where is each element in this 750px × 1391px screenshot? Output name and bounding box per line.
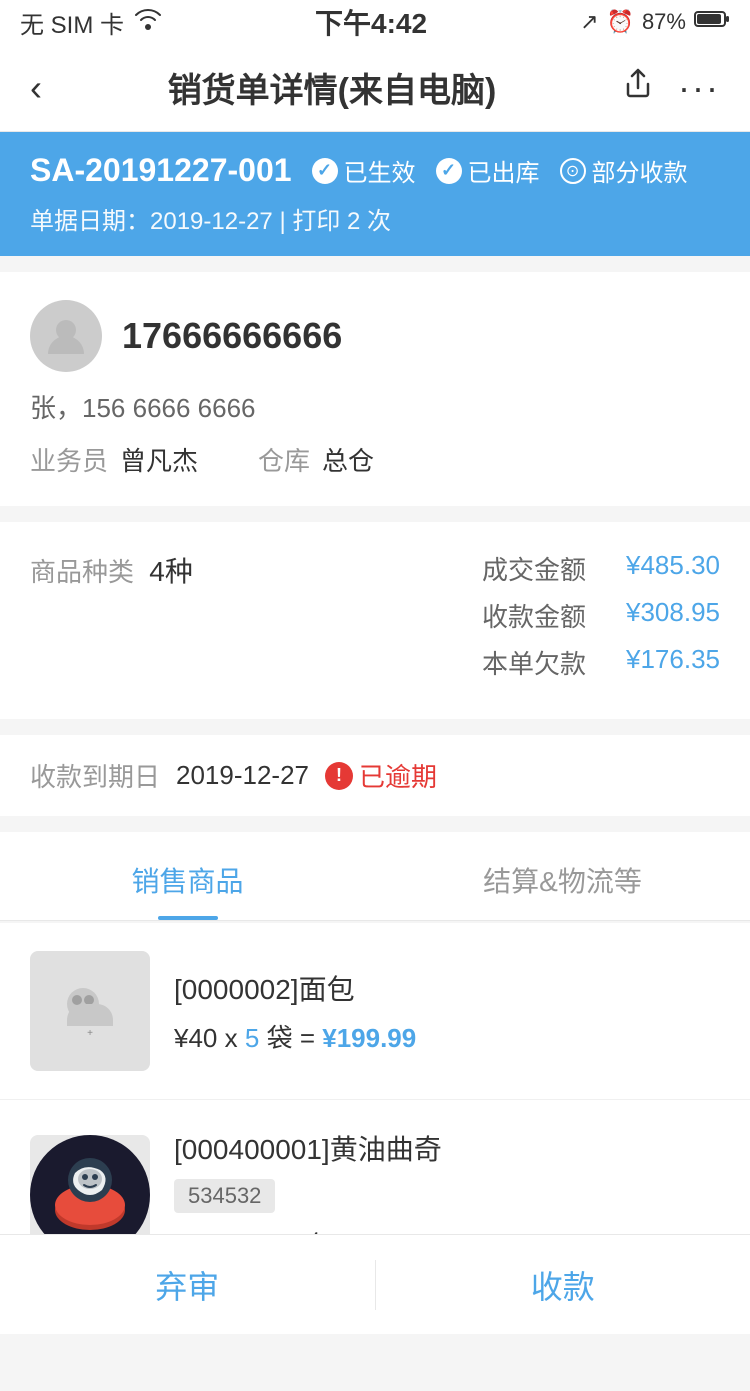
due-section: 收款到期日 2019-12-27 ! 已逾期: [0, 735, 750, 816]
check-icon-1: ✓: [312, 158, 338, 184]
status-partial: ⊙ 部分收款: [560, 153, 688, 188]
collect-payment-button[interactable]: 收款: [376, 1242, 750, 1328]
tab-settlement[interactable]: 结算&物流等: [375, 832, 750, 920]
nav-bar: ‹ 销货单详情(来自电脑) ···: [0, 44, 750, 132]
overdue-badge: ! 已逾期: [325, 757, 437, 794]
share-icon[interactable]: [622, 68, 654, 108]
warehouse-value: 总仓: [322, 441, 374, 478]
customer-phone: 17666666666: [122, 315, 342, 357]
received-value: ¥308.95: [626, 597, 720, 634]
product-type-label: 商品种类: [30, 557, 134, 587]
order-banner: SA-20191227-001 ✓ 已生效 ✓ 已出库 ⊙ 部分收款 单据日期：…: [0, 132, 750, 256]
status-time: 下午4:42: [315, 2, 427, 42]
wifi-icon: [134, 8, 162, 37]
warehouse-label: 仓库: [258, 441, 310, 478]
sales-label: 业务员: [30, 441, 108, 478]
product-info-1: [0000002]面包 ¥40 x 5 袋 = ¥199.99: [174, 968, 720, 1055]
product-tag-2: 534532: [174, 1179, 275, 1213]
status-effective: ✓ 已生效: [312, 153, 416, 188]
check-icon-2: ✓: [436, 158, 462, 184]
nav-actions: ···: [622, 67, 720, 109]
product-name-1: [0000002]面包: [174, 968, 720, 1008]
back-button[interactable]: ‹: [30, 67, 42, 109]
sales-person: 曾凡杰: [120, 441, 198, 478]
battery-icon: [694, 9, 730, 35]
due-date-value: 2019-12-27: [176, 760, 309, 791]
order-id: SA-20191227-001: [30, 152, 292, 189]
carrier-text: 无 SIM 卡: [20, 5, 124, 40]
summary-amounts: 成交金额 ¥485.30 收款金额 ¥308.95 本单欠款 ¥176.35: [482, 550, 720, 691]
status-bar-right: ↗ ⏰ 87%: [580, 9, 730, 35]
customer-meta: 业务员 曾凡杰 仓库 总仓: [30, 441, 720, 478]
due-label: 收款到期日: [30, 757, 160, 794]
amount-label: 成交金额: [482, 550, 586, 587]
customer-name-phone: 张，156 6666 6666: [30, 388, 720, 425]
product-total-1: ¥199.99: [322, 1023, 416, 1053]
overdue-text: 已逾期: [359, 757, 437, 794]
page-title: 销货单详情(来自电脑): [168, 63, 497, 112]
summary-section: 商品种类 4种 成交金额 ¥485.30 收款金额 ¥308.95 本单欠款 ¥…: [0, 522, 750, 719]
bottom-bar: 弃审 收款: [0, 1234, 750, 1334]
clock-icon: ⊙: [560, 158, 586, 184]
amount-value: ¥485.30: [626, 550, 720, 587]
product-qty-1: 5: [245, 1023, 259, 1053]
order-date-info: 单据日期：2019-12-27 | 打印 2 次: [30, 201, 720, 236]
overdue-icon: !: [325, 762, 353, 790]
product-type-count: 4种: [149, 556, 193, 587]
more-icon[interactable]: ···: [678, 67, 720, 109]
battery-text: 87%: [642, 9, 686, 35]
status-shipped: ✓ 已出库: [436, 153, 540, 188]
location-icon: ↗: [580, 9, 598, 35]
customer-section: 17666666666 张，156 6666 6666 业务员 曾凡杰 仓库 总…: [0, 272, 750, 506]
product-price-1: ¥40 x 5 袋 = ¥199.99: [174, 1018, 720, 1055]
tab-sales-products[interactable]: 销售商品: [0, 832, 375, 920]
tabs-section: 销售商品 结算&物流等: [0, 832, 750, 921]
status-bar: 无 SIM 卡 下午4:42 ↗ ⏰ 87%: [0, 0, 750, 44]
svg-text:+: +: [87, 1028, 93, 1039]
product-name-2: [000400001]黄油曲奇: [174, 1128, 720, 1168]
alarm-icon: ⏰: [607, 9, 634, 35]
cancel-review-button[interactable]: 弃审: [0, 1242, 375, 1328]
product-thumbnail-1: +: [30, 951, 150, 1071]
debt-value: ¥176.35: [626, 644, 720, 681]
debt-label: 本单欠款: [482, 644, 586, 681]
avatar: [30, 300, 102, 372]
status-bar-left: 无 SIM 卡: [20, 5, 162, 40]
received-label: 收款金额: [482, 597, 586, 634]
product-item: + [0000002]面包 ¥40 x 5 袋 = ¥199.99: [0, 923, 750, 1100]
